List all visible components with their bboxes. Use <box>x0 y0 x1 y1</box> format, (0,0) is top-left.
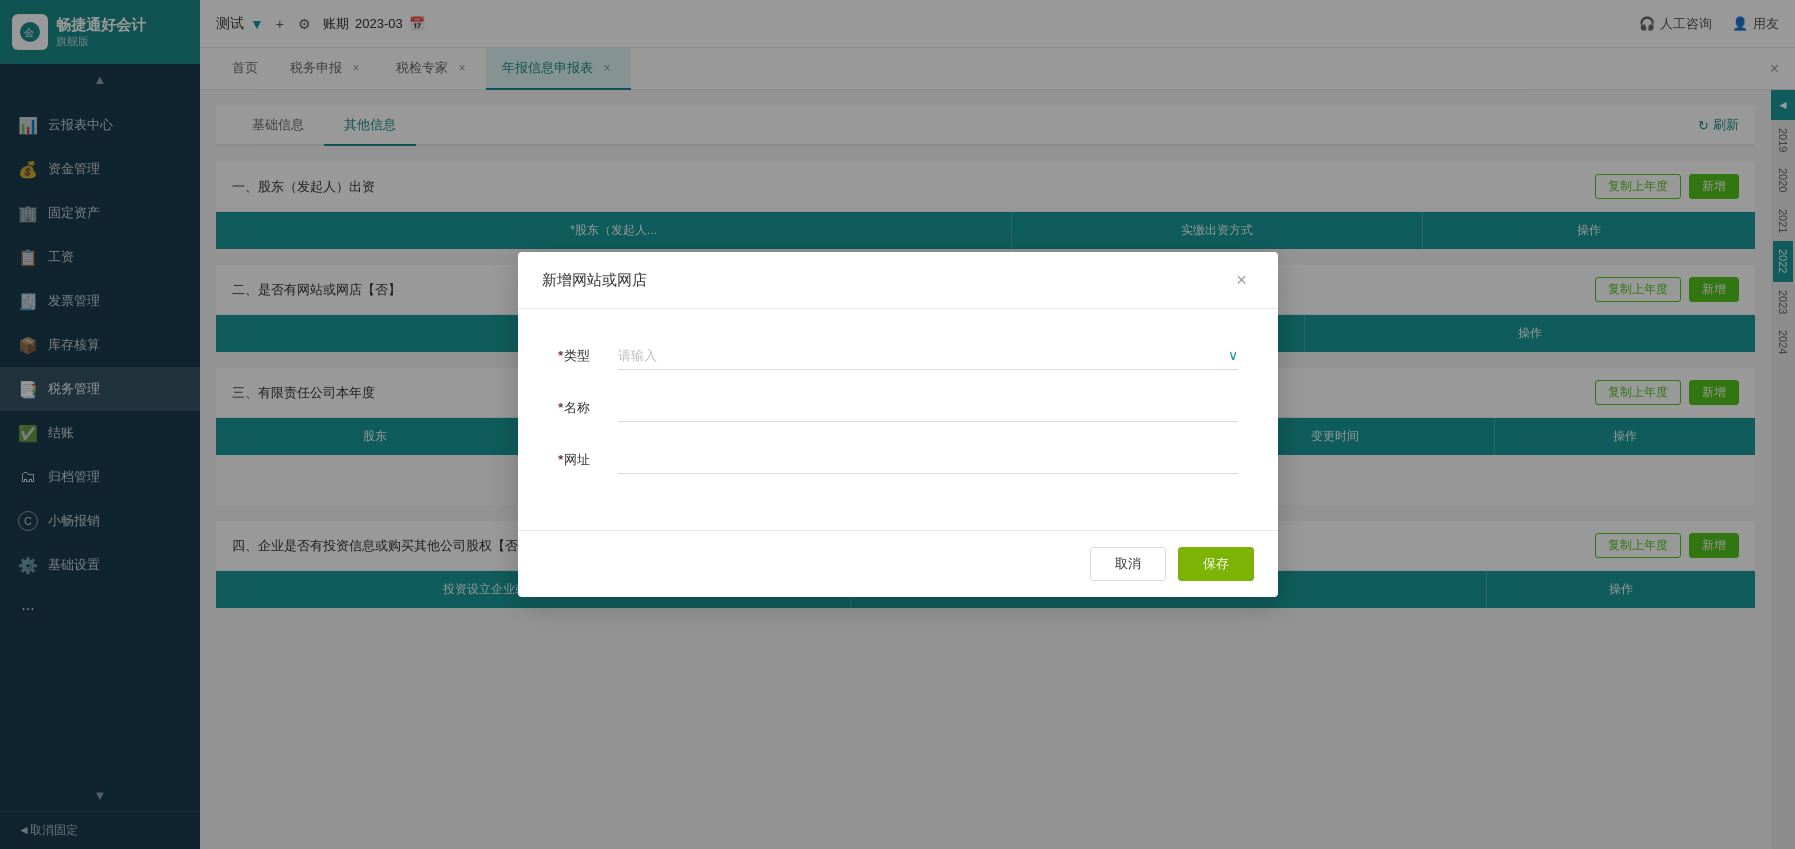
name-label: **名称 <box>558 399 618 417</box>
type-input[interactable] <box>618 348 1228 363</box>
add-website-modal: 新增网站或网店 × **类型 ∨ **名称 <box>518 252 1278 597</box>
modal-body: **类型 ∨ **名称 **网址 <box>518 309 1278 530</box>
form-row-url: **网址 <box>558 446 1238 474</box>
type-label: **类型 <box>558 347 618 365</box>
url-input-wrap <box>618 446 1238 474</box>
modal-close-button[interactable]: × <box>1230 268 1254 292</box>
name-input[interactable] <box>618 400 1238 415</box>
cancel-button[interactable]: 取消 <box>1090 547 1166 581</box>
type-input-wrap: ∨ <box>618 341 1238 370</box>
modal-overlay: 新增网站或网店 × **类型 ∨ **名称 <box>0 0 1795 849</box>
url-label: **网址 <box>558 451 618 469</box>
form-row-name: **名称 <box>558 394 1238 422</box>
save-button[interactable]: 保存 <box>1178 547 1254 581</box>
name-input-wrap <box>618 394 1238 422</box>
modal-footer: 取消 保存 <box>518 530 1278 597</box>
modal-title: 新增网站或网店 <box>542 271 647 290</box>
form-row-type: **类型 ∨ <box>558 341 1238 370</box>
type-dropdown-icon[interactable]: ∨ <box>1228 347 1238 363</box>
url-input[interactable] <box>618 452 1238 467</box>
modal-header: 新增网站或网店 × <box>518 252 1278 309</box>
